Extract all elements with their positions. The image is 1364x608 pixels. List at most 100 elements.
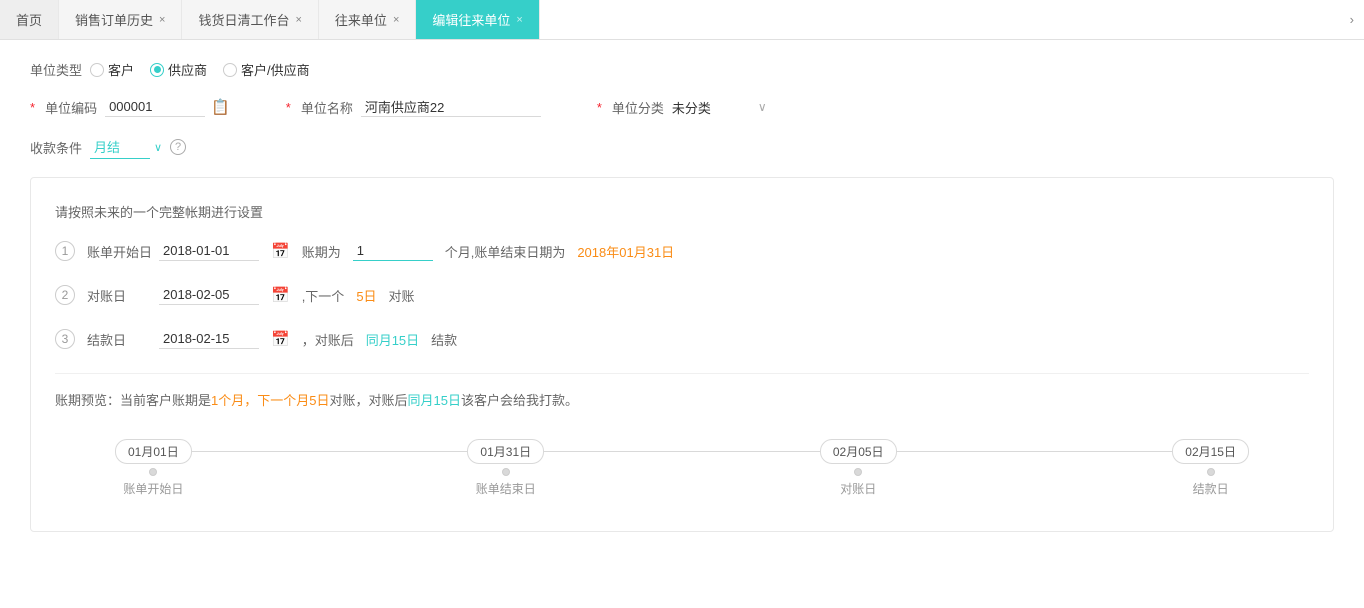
setting-row2-day-highlight: 5日 bbox=[356, 286, 376, 305]
unit-type-row: 单位类型 客户 供应商 客户/供应商 bbox=[30, 60, 1334, 79]
tab-sales-history-close[interactable]: × bbox=[159, 14, 165, 26]
timeline-label-4: 02月15日 bbox=[1172, 439, 1249, 464]
setting-num-1: 1 bbox=[55, 241, 75, 261]
setting-date-input-1[interactable] bbox=[159, 241, 259, 261]
preview-text: 账期预览：当前客户账期是1个月，下一个月5日对账，对账后同月15日该客户会给我打… bbox=[55, 390, 1309, 409]
unit-category-select[interactable]: 未分类 ∨ bbox=[672, 98, 767, 117]
setting-row-3: 3 结款日 📅 ，对账后 同月15日 结款 bbox=[55, 329, 1309, 349]
timeline-sublabel-2: 账单结束日 bbox=[476, 480, 536, 497]
unit-code-calendar-icon[interactable]: 📋 bbox=[211, 98, 230, 116]
setting-calendar-icon-1[interactable]: 📅 bbox=[271, 242, 290, 260]
tab-bar: 首页 销售订单历史 × 钱货日清工作台 × 往来单位 × 编辑往来单位 × › bbox=[0, 0, 1364, 40]
unit-fields-row: * 单位编码 📋 * 单位名称 * 单位分类 未分类 ∨ bbox=[30, 97, 1334, 117]
timeline-point-2: 01月31日 账单结束日 bbox=[467, 439, 544, 497]
radio-supplier[interactable]: 供应商 bbox=[150, 60, 207, 79]
preview-prefix: 账期预览：当前客户账期是 bbox=[55, 393, 211, 408]
timeline-dot-4 bbox=[1207, 468, 1215, 476]
unit-code-input[interactable] bbox=[105, 97, 205, 117]
main-content: 单位类型 客户 供应商 客户/供应商 * 单位编码 📋 * 单位名称 bbox=[0, 40, 1364, 608]
settings-box: 请按照未来的一个完整帐期进行设置 1 账单开始日 📅 账期为 个月,账单结束日期… bbox=[30, 177, 1334, 532]
unit-name-required-star: * bbox=[286, 100, 291, 115]
setting-period-input[interactable] bbox=[353, 241, 433, 261]
timeline-point-3: 02月05日 对账日 bbox=[820, 439, 897, 497]
tab-counterpart-label: 往来单位 bbox=[335, 10, 387, 29]
timeline-label-3: 02月05日 bbox=[820, 439, 897, 464]
setting-label-2: 对账日 bbox=[87, 286, 147, 305]
radio-both-label: 客户/供应商 bbox=[241, 60, 310, 79]
timeline-label-2: 01月31日 bbox=[467, 439, 544, 464]
timeline-sublabel-1: 账单开始日 bbox=[123, 480, 183, 497]
tab-sales-history[interactable]: 销售订单历史 × bbox=[59, 0, 182, 39]
setting-desc-prefix-1: 账期为 bbox=[302, 242, 341, 261]
timeline-wrapper: 01月01日 账单开始日 01月31日 账单结束日 02月05日 bbox=[55, 429, 1309, 507]
setting-date-input-3[interactable] bbox=[159, 329, 259, 349]
setting-row3-suffix: 结款 bbox=[431, 330, 457, 349]
setting-row-2: 2 对账日 📅 ,下一个 5日 对账 bbox=[55, 285, 1309, 305]
radio-group-unit-type: 客户 供应商 客户/供应商 bbox=[90, 60, 310, 79]
tab-sales-history-label: 销售订单历史 bbox=[75, 10, 153, 29]
unit-name-input[interactable] bbox=[361, 97, 541, 117]
setting-date-input-2[interactable] bbox=[159, 285, 259, 305]
preview-part3: 对账，对账后 bbox=[329, 393, 407, 408]
setting-num-3: 3 bbox=[55, 329, 75, 349]
radio-supplier-circle bbox=[150, 63, 164, 77]
timeline-dot-1 bbox=[149, 468, 157, 476]
payment-terms-label: 收款条件 bbox=[30, 138, 82, 157]
chevron-right-icon: › bbox=[1350, 12, 1354, 27]
tab-edit-counterpart-label: 编辑往来单位 bbox=[432, 10, 510, 29]
timeline-sublabel-4: 结款日 bbox=[1193, 480, 1229, 497]
unit-category-label: 单位分类 bbox=[612, 98, 664, 117]
radio-both-circle bbox=[223, 63, 237, 77]
tab-cash-workbench[interactable]: 钱货日清工作台 × bbox=[182, 0, 318, 39]
tab-more-button[interactable]: › bbox=[1340, 0, 1364, 39]
unit-name-label: 单位名称 bbox=[301, 98, 353, 117]
setting-calendar-icon-2[interactable]: 📅 bbox=[271, 286, 290, 304]
preview-section: 账期预览：当前客户账期是1个月，下一个月5日对账，对账后同月15日该客户会给我打… bbox=[55, 373, 1309, 507]
setting-row2-prefix: ,下一个 bbox=[302, 286, 345, 305]
unit-category-value: 未分类 bbox=[672, 98, 752, 117]
setting-end-date-highlight: 2018年01月31日 bbox=[577, 242, 674, 261]
timeline-point-4: 02月15日 结款日 bbox=[1172, 439, 1249, 497]
radio-customer-label: 客户 bbox=[108, 60, 134, 79]
preview-part1: 1个月， bbox=[211, 393, 257, 408]
setting-label-1: 账单开始日 bbox=[87, 242, 147, 261]
preview-part4: 同月15日 bbox=[408, 393, 461, 408]
setting-num-2: 2 bbox=[55, 285, 75, 305]
timeline-line bbox=[115, 451, 1249, 452]
payment-terms-select[interactable]: 月结 ∨ bbox=[90, 135, 162, 159]
tab-home[interactable]: 首页 bbox=[0, 0, 59, 39]
setting-row3-day-highlight: 同月15日 bbox=[366, 330, 419, 349]
payment-terms-row: 收款条件 月结 ∨ ? bbox=[30, 135, 1334, 159]
setting-calendar-icon-3[interactable]: 📅 bbox=[271, 330, 290, 348]
timeline-dot-3 bbox=[854, 468, 862, 476]
unit-code-label: 单位编码 bbox=[45, 98, 97, 117]
radio-both[interactable]: 客户/供应商 bbox=[223, 60, 310, 79]
timeline-label-1: 01月01日 bbox=[115, 439, 192, 464]
payment-terms-value: 月结 bbox=[90, 135, 150, 159]
tab-edit-counterpart-close[interactable]: × bbox=[516, 14, 522, 26]
preview-part5: 该客户会给我打款。 bbox=[461, 393, 578, 408]
tab-counterpart[interactable]: 往来单位 × bbox=[319, 0, 416, 39]
radio-customer-circle bbox=[90, 63, 104, 77]
radio-customer[interactable]: 客户 bbox=[90, 60, 134, 79]
unit-code-required-star: * bbox=[30, 100, 35, 115]
timeline-points: 01月01日 账单开始日 01月31日 账单结束日 02月05日 bbox=[115, 439, 1249, 497]
preview-part2: 下一个月5日 bbox=[257, 393, 329, 408]
unit-category-required-star: * bbox=[597, 100, 602, 115]
payment-terms-arrow: ∨ bbox=[154, 141, 162, 154]
setting-row2-suffix: 对账 bbox=[389, 286, 415, 305]
tab-cash-workbench-close[interactable]: × bbox=[295, 14, 301, 26]
timeline-dot-2 bbox=[502, 468, 510, 476]
unit-type-label: 单位类型 bbox=[30, 60, 82, 79]
setting-label-3: 结款日 bbox=[87, 330, 147, 349]
timeline-point-1: 01月01日 账单开始日 bbox=[115, 439, 192, 497]
tab-home-label: 首页 bbox=[16, 10, 42, 29]
setting-row-1: 1 账单开始日 📅 账期为 个月,账单结束日期为 2018年01月31日 bbox=[55, 241, 1309, 261]
payment-terms-help-icon[interactable]: ? bbox=[170, 139, 186, 155]
tab-counterpart-close[interactable]: × bbox=[393, 14, 399, 26]
unit-code-field-group: 📋 bbox=[105, 97, 230, 117]
radio-supplier-label: 供应商 bbox=[168, 60, 207, 79]
tab-edit-counterpart[interactable]: 编辑往来单位 × bbox=[416, 0, 539, 39]
timeline-sublabel-3: 对账日 bbox=[840, 480, 876, 497]
chevron-down-icon: ∨ bbox=[758, 100, 767, 114]
